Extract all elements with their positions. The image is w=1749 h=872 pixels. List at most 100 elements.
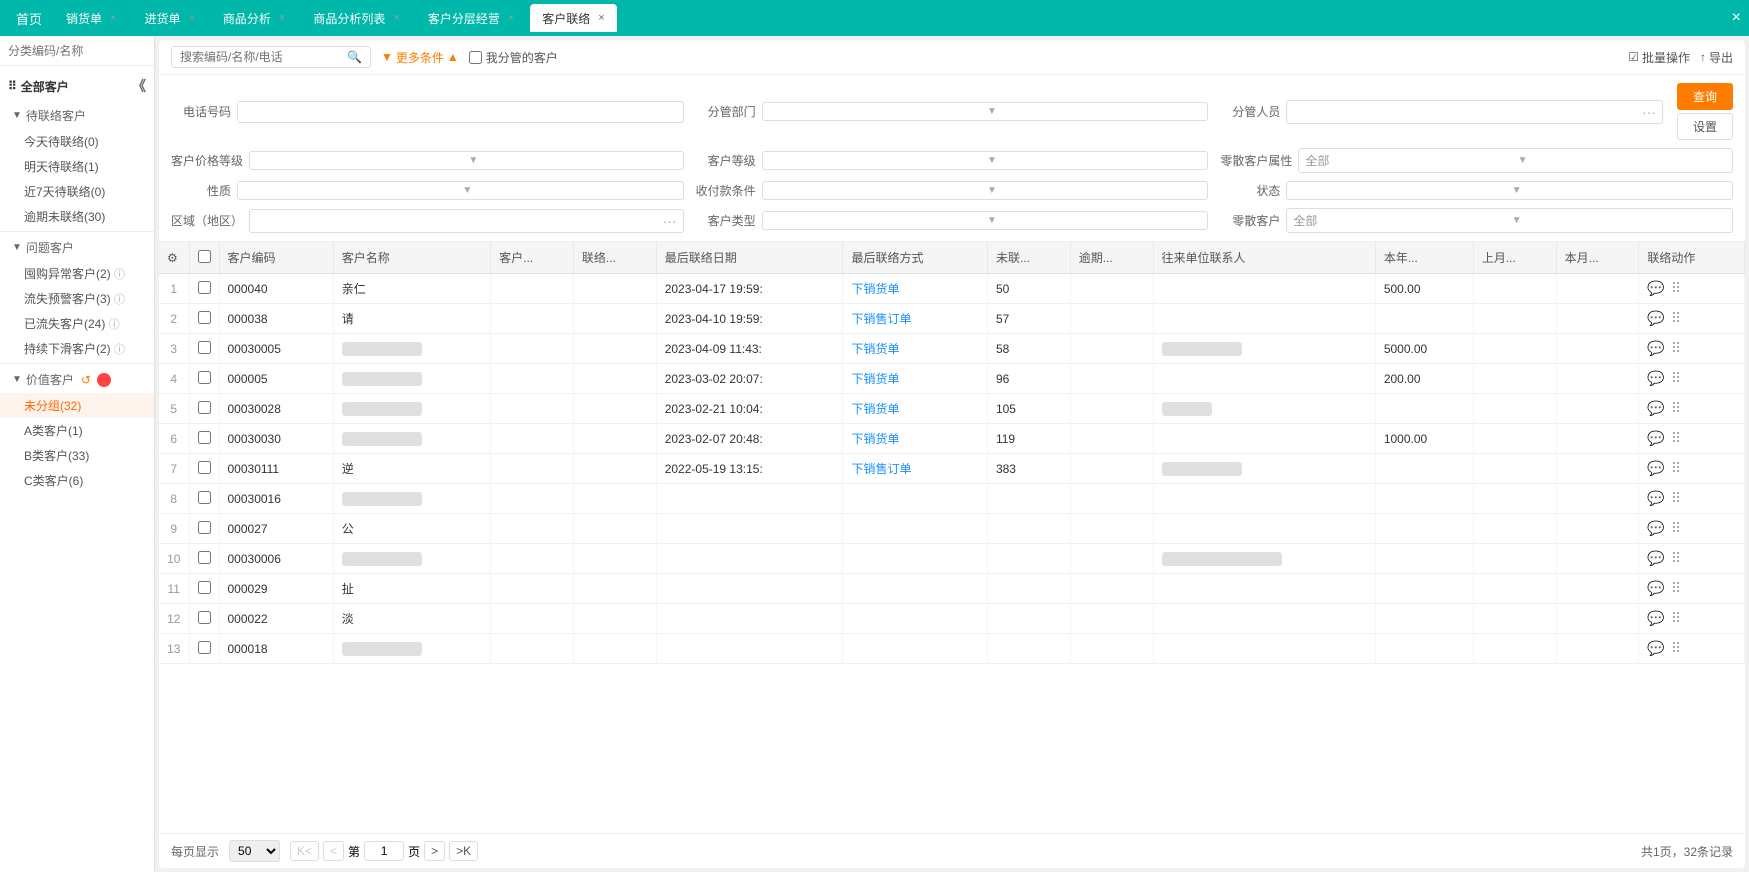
row-select-checkbox[interactable] — [198, 581, 211, 594]
row-checkbox[interactable] — [189, 454, 219, 484]
close-product-analysis-list-icon[interactable]: × — [393, 12, 399, 24]
select-all-checkbox[interactable] — [198, 250, 211, 263]
tab-product-analysis-list[interactable]: 商品分析列表 × — [301, 4, 411, 32]
more-action-icon[interactable]: ⠿ — [1671, 400, 1681, 417]
row-select-checkbox[interactable] — [198, 491, 211, 504]
dept-select[interactable]: ▼ — [762, 102, 1209, 121]
more-action-icon[interactable]: ⠿ — [1671, 490, 1681, 507]
my-customers-checkbox[interactable]: 我分管的客户 — [469, 49, 558, 66]
th-code[interactable]: 客户编码 — [219, 242, 333, 274]
th-name[interactable]: 客户名称 — [333, 242, 490, 274]
more-action-icon[interactable]: ⠿ — [1671, 460, 1681, 477]
more-action-icon[interactable]: ⠿ — [1671, 550, 1681, 567]
th-type[interactable]: 客户... — [491, 242, 574, 274]
close-product-analysis-icon[interactable]: × — [279, 12, 285, 24]
page-number-input[interactable] — [364, 841, 404, 861]
more-action-icon[interactable]: ⠿ — [1671, 520, 1681, 537]
close-sales-order-icon[interactable]: × — [110, 12, 116, 24]
sidebar-item-class-c[interactable]: C类客户(6) — [0, 468, 154, 493]
row-checkbox[interactable] — [189, 604, 219, 634]
th-this-year[interactable]: 本年... — [1375, 242, 1473, 274]
th-contact[interactable]: 联络... — [573, 242, 656, 274]
last-method-link[interactable]: 下销货单 — [851, 402, 899, 416]
last-method-link[interactable]: 下销售订单 — [851, 312, 911, 326]
th-overdue[interactable]: 逾期... — [1070, 242, 1153, 274]
contact-action-icon[interactable]: 💬 — [1647, 400, 1664, 417]
next-page-btn[interactable]: > — [424, 841, 445, 861]
th-last-month[interactable]: 上月... — [1473, 242, 1556, 274]
row-select-checkbox[interactable] — [198, 341, 211, 354]
row-select-checkbox[interactable] — [198, 461, 211, 474]
refresh-icon[interactable]: ↺ — [81, 373, 91, 387]
row-select-checkbox[interactable] — [198, 641, 211, 654]
last-method-link[interactable]: 下销货单 — [851, 282, 899, 296]
row-select-checkbox[interactable] — [198, 551, 211, 564]
contact-action-icon[interactable]: 💬 — [1647, 520, 1664, 537]
row-checkbox[interactable] — [189, 394, 219, 424]
row-checkbox[interactable] — [189, 544, 219, 574]
more-action-icon[interactable]: ⠿ — [1671, 340, 1681, 357]
contact-action-icon[interactable]: 💬 — [1647, 430, 1664, 447]
phone-input[interactable] — [237, 101, 684, 123]
sidebar-item-churn-warning[interactable]: 流失预警客户(3) ⓘ — [0, 286, 154, 311]
th-last-date[interactable]: 最后联络日期 — [656, 242, 843, 274]
batch-ops-btn[interactable]: ☑ 批量操作 — [1628, 49, 1690, 66]
row-checkbox[interactable] — [189, 484, 219, 514]
contact-action-icon[interactable]: 💬 — [1647, 580, 1664, 597]
row-checkbox[interactable] — [189, 634, 219, 664]
row-checkbox[interactable] — [189, 334, 219, 364]
row-select-checkbox[interactable] — [198, 311, 211, 324]
row-select-checkbox[interactable] — [198, 611, 211, 624]
collapse-sidebar-icon[interactable]: 《 — [132, 76, 146, 96]
tab-purchase-order[interactable]: 进货单 × — [132, 4, 206, 32]
reset-button[interactable]: 设置 — [1677, 113, 1733, 140]
last-method-link[interactable]: 下销货单 — [851, 432, 899, 446]
sidebar-item-churned[interactable]: 已流失客户(24) ⓘ — [0, 311, 154, 336]
retail-cust-select[interactable]: 全部 ▼ — [1286, 208, 1733, 233]
row-checkbox[interactable] — [189, 274, 219, 304]
row-checkbox[interactable] — [189, 304, 219, 334]
nature-select[interactable]: ▼ — [237, 181, 684, 200]
th-contact-person[interactable]: 往来单位联系人 — [1153, 242, 1375, 274]
close-customer-segmentation-icon[interactable]: × — [508, 12, 514, 24]
last-method-link[interactable]: 下销售订单 — [851, 462, 911, 476]
more-action-icon[interactable]: ⠿ — [1671, 580, 1681, 597]
row-select-checkbox[interactable] — [198, 431, 211, 444]
sidebar-item-class-a[interactable]: A类客户(1) — [0, 418, 154, 443]
query-button[interactable]: 查询 — [1677, 83, 1733, 110]
my-customers-check[interactable] — [469, 51, 482, 64]
row-select-checkbox[interactable] — [198, 281, 211, 294]
main-search-icon[interactable]: 🔍 — [347, 50, 362, 64]
checkbox-col[interactable] — [189, 242, 219, 274]
contact-action-icon[interactable]: 💬 — [1647, 460, 1664, 477]
more-action-icon[interactable]: ⠿ — [1671, 280, 1681, 297]
last-method-link[interactable]: 下销货单 — [851, 342, 899, 356]
contact-action-icon[interactable]: 💬 — [1647, 490, 1664, 507]
sidebar-item-abnormal[interactable]: 囤购异常客户(2) ⓘ — [0, 261, 154, 286]
settings-col[interactable]: ⚙ — [159, 242, 189, 274]
prev-page-btn[interactable]: < — [323, 841, 344, 861]
export-btn[interactable]: ↑ 导出 — [1700, 49, 1733, 66]
cust-type-select[interactable]: ▼ — [762, 211, 1209, 230]
row-checkbox[interactable] — [189, 364, 219, 394]
sidebar-search-input[interactable] — [8, 44, 155, 58]
row-select-checkbox[interactable] — [198, 401, 211, 414]
all-customers-node[interactable]: ⠿ 全部客户 《 — [0, 70, 154, 102]
th-no-contact[interactable]: 未联... — [987, 242, 1070, 274]
more-action-icon[interactable]: ⠿ — [1671, 310, 1681, 327]
value-customers-section[interactable]: ▼ 价值客户 ↺ — [0, 366, 154, 393]
payment-select[interactable]: ▼ — [762, 181, 1209, 200]
per-page-select[interactable]: 50 100 — [229, 840, 280, 862]
row-checkbox[interactable] — [189, 514, 219, 544]
th-this-month[interactable]: 本月... — [1556, 242, 1639, 274]
tab-product-analysis[interactable]: 商品分析 × — [211, 4, 297, 32]
main-search-input[interactable] — [180, 50, 343, 64]
row-checkbox[interactable] — [189, 424, 219, 454]
cust-level-select[interactable]: ▼ — [762, 151, 1209, 170]
row-select-checkbox[interactable] — [198, 521, 211, 534]
manager-dots-btn[interactable]: ··· — [1642, 104, 1656, 120]
more-action-icon[interactable]: ⠿ — [1671, 370, 1681, 387]
row-checkbox[interactable] — [189, 574, 219, 604]
home-tab[interactable]: 首页 — [8, 9, 50, 28]
sidebar-item-today-pending[interactable]: 今天待联络(0) — [0, 129, 154, 154]
